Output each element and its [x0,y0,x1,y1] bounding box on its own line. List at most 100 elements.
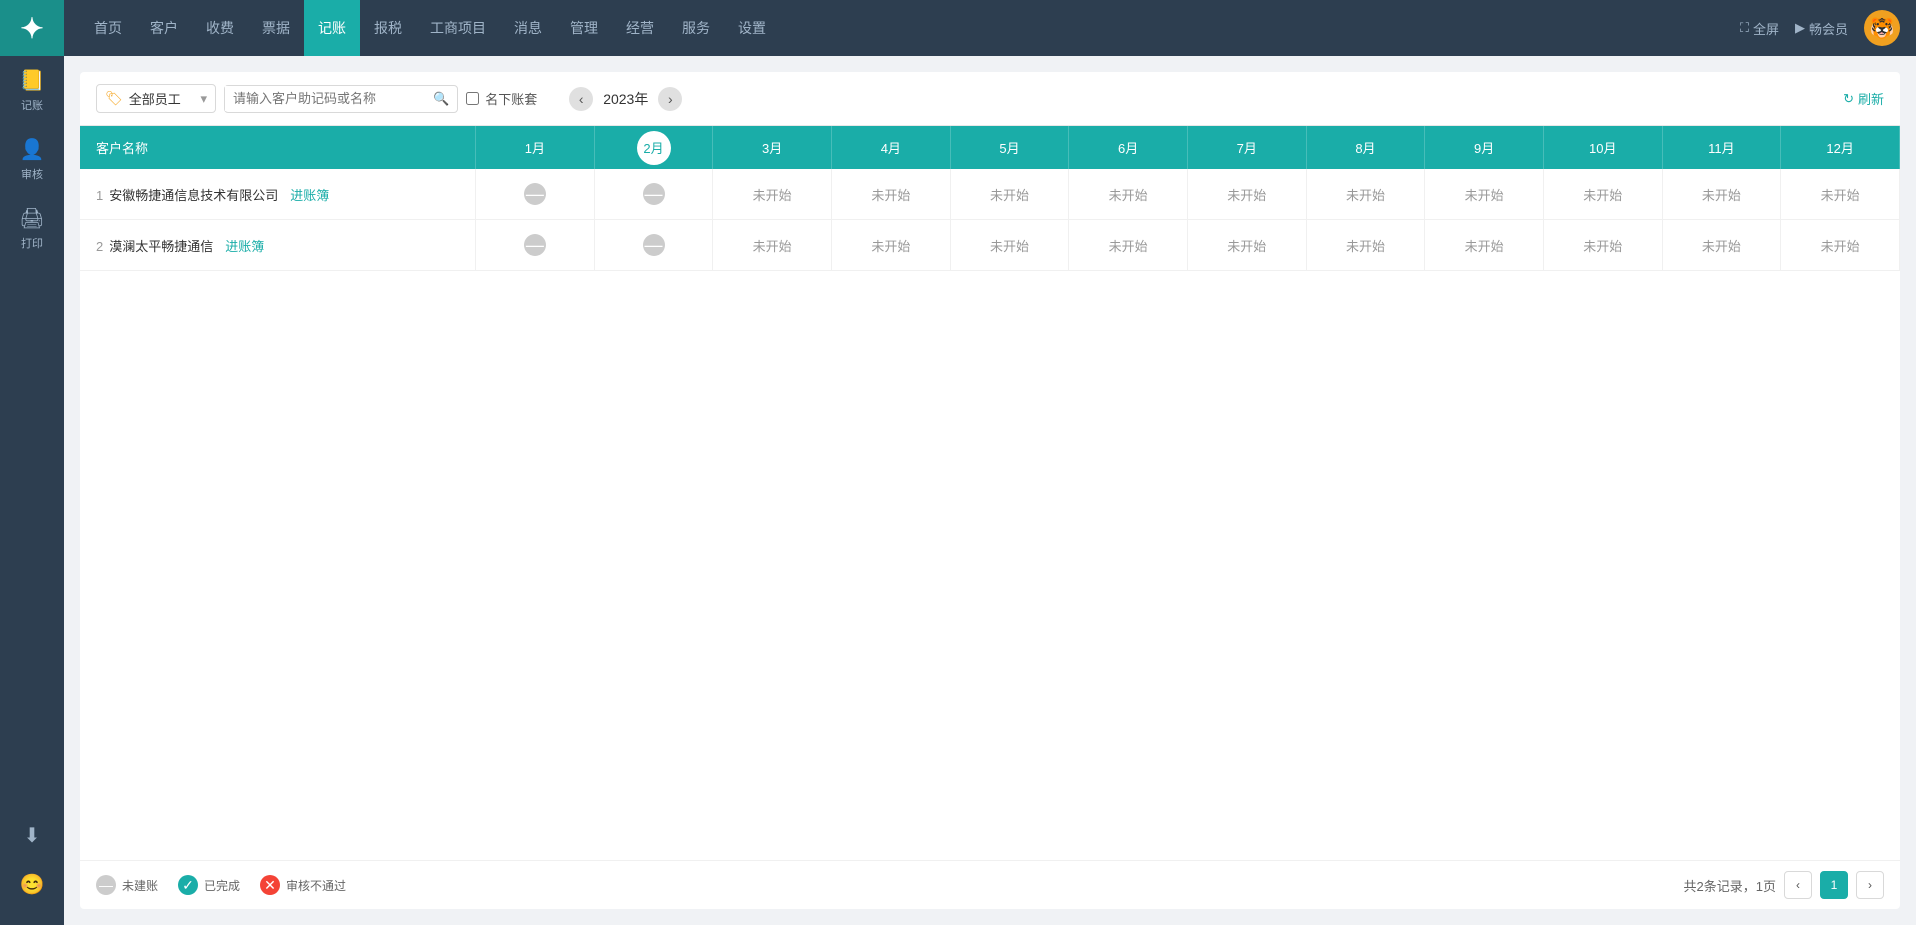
nav-manage[interactable]: 管理 [556,0,612,56]
legend-dot-red: ✕ [260,875,280,895]
feb-circle: 2月 [637,131,671,165]
fullscreen-icon: ⛶ [1740,20,1749,36]
total-text: 共2条记录，1页 [1684,876,1776,895]
member-button[interactable]: ▶ 畅会员 [1795,19,1848,38]
col-header-feb: 2月 [594,126,713,169]
col-header-oct: 10月 [1543,126,1662,169]
sidebar-item-print[interactable]: 🖨 打印 [0,194,64,263]
nav-ledger[interactable]: 记账 [304,0,360,56]
cell-month-0-0: — [476,169,595,220]
cell-month-1-8: 未开始 [1425,220,1544,271]
sidebar-item-audit[interactable]: 👤 审核 [0,125,64,194]
cell-month-1-2: 未开始 [713,220,832,271]
not-started-0-4: 未开始 [990,188,1029,203]
legend-label-not-built: 未建账 [122,877,158,894]
nav-message[interactable]: 消息 [500,0,556,56]
not-started-1-8: 未开始 [1465,239,1504,254]
nav-fee[interactable]: 收费 [192,0,248,56]
nav-right: ⛶ 全屏 ▶ 畅会员 🐯 [1740,10,1900,46]
legend-dot-gray: — [96,875,116,895]
cell-month-1-10: 未开始 [1662,220,1781,271]
main-content: 🏷 全部员工 ▾ 🔍 名下账套 ‹ 2023年 › ↻ 刷新 [64,56,1916,925]
cell-month-1-7: 未开始 [1306,220,1425,271]
cell-month-0-1: — [594,169,713,220]
table-row: 2漠澜太平畅捷通信进账簿——未开始未开始未开始未开始未开始未开始未开始未开始未开… [80,220,1900,271]
next-page-button[interactable]: › [1856,871,1884,899]
search-button[interactable]: 🔍 [425,86,457,112]
prev-year-button[interactable]: ‹ [569,87,593,111]
chevron-down-icon: ▾ [200,91,207,107]
next-year-button[interactable]: › [658,87,682,111]
avatar[interactable]: 🐯 [1864,10,1900,46]
cell-month-0-11: 未开始 [1781,169,1900,220]
page-1-button[interactable]: 1 [1820,871,1848,899]
not-started-1-3: 未开始 [871,239,910,254]
my-accounts-checkbox-label[interactable]: 名下账套 [466,89,537,108]
not-started-1-2: 未开始 [753,239,792,254]
prev-page-button[interactable]: ‹ [1784,871,1812,899]
col-header-apr: 4月 [832,126,951,169]
nav-invoice[interactable]: 票据 [248,0,304,56]
nav-service[interactable]: 服务 [668,0,724,56]
sidebar-item-download[interactable]: ⬇ [0,811,64,860]
content-area: 🏷 全部员工 ▾ 🔍 名下账套 ‹ 2023年 › ↻ 刷新 [80,72,1900,909]
refresh-icon: ↻ [1843,91,1854,107]
my-accounts-checkbox[interactable] [466,92,479,105]
refresh-button[interactable]: ↻ 刷新 [1843,89,1884,108]
nav-operation[interactable]: 经营 [612,0,668,56]
fullscreen-label: 全屏 [1753,19,1779,38]
table-wrapper: 客户名称 1月 2月 3月 4月 5月 6月 7月 8月 9月 [80,126,1900,860]
audit-icon: 👤 [20,137,45,162]
not-started-0-8: 未开始 [1465,188,1504,203]
ledger-icon: 📒 [20,68,45,93]
not-started-1-7: 未开始 [1346,239,1385,254]
cell-month-1-4: 未开始 [950,220,1069,271]
cell-month-1-6: 未开始 [1187,220,1306,271]
sidebar-item-support[interactable]: 😊 [0,860,64,909]
legend-not-built: — 未建账 [96,875,158,895]
employee-select[interactable]: 🏷 全部员工 ▾ [96,84,216,113]
enter-ledger-link-0[interactable]: 进账簿 [290,188,329,203]
sidebar-item-ledger[interactable]: 📒 记账 [0,56,64,125]
col-header-jun: 6月 [1069,126,1188,169]
pagination: 共2条记录，1页 ‹ 1 › [1684,871,1884,899]
cell-month-0-7: 未开始 [1306,169,1425,220]
cell-month-0-5: 未开始 [1069,169,1188,220]
legend-label-completed: 已完成 [204,877,240,894]
logo-icon: ✦ [20,12,43,45]
sidebar-bottom: ⬇ 😊 [0,811,64,925]
col-header-jan: 1月 [476,126,595,169]
cell-month-1-0: — [476,220,595,271]
enter-ledger-link-1[interactable]: 进账簿 [225,239,264,254]
search-box: 🔍 [224,85,458,113]
toolbar: 🏷 全部员工 ▾ 🔍 名下账套 ‹ 2023年 › ↻ 刷新 [80,72,1900,126]
not-started-0-5: 未开始 [1109,188,1148,203]
nav-business[interactable]: 工商项目 [416,0,500,56]
logo[interactable]: ✦ [0,0,64,56]
nav-customer[interactable]: 客户 [136,0,192,56]
cell-month-0-6: 未开始 [1187,169,1306,220]
download-icon: ⬇ [24,823,41,848]
sidebar-item-ledger-label: 记账 [21,97,43,113]
legend-rejected: ✕ 审核不通过 [260,875,346,895]
not-started-0-11: 未开始 [1821,188,1860,203]
not-started-1-11: 未开始 [1821,239,1860,254]
not-started-1-10: 未开始 [1702,239,1741,254]
footer: — 未建账 ✓ 已完成 ✕ 审核不通过 共2条记录，1页 ‹ 1 › [80,860,1900,909]
not-started-0-6: 未开始 [1227,188,1266,203]
cell-month-0-2: 未开始 [713,169,832,220]
nav-settings[interactable]: 设置 [724,0,780,56]
sidebar: ✦ 📒 记账 👤 审核 🖨 打印 ⬇ 😊 [0,0,64,925]
not-started-0-3: 未开始 [871,188,910,203]
sidebar-item-audit-label: 审核 [21,166,43,182]
member-label: 畅会员 [1809,19,1848,38]
topnav: 首页 客户 收费 票据 记账 报税 工商项目 消息 管理 经营 服务 设置 ⛶ … [64,0,1916,56]
col-header-name: 客户名称 [80,126,476,169]
search-input[interactable] [225,86,425,111]
nav-home[interactable]: 首页 [80,0,136,56]
row-name-1: 漠澜太平畅捷通信 [109,239,213,254]
not-started-0-9: 未开始 [1583,188,1622,203]
nav-tax[interactable]: 报税 [360,0,416,56]
cell-month-1-1: — [594,220,713,271]
fullscreen-button[interactable]: ⛶ 全屏 [1740,19,1779,38]
